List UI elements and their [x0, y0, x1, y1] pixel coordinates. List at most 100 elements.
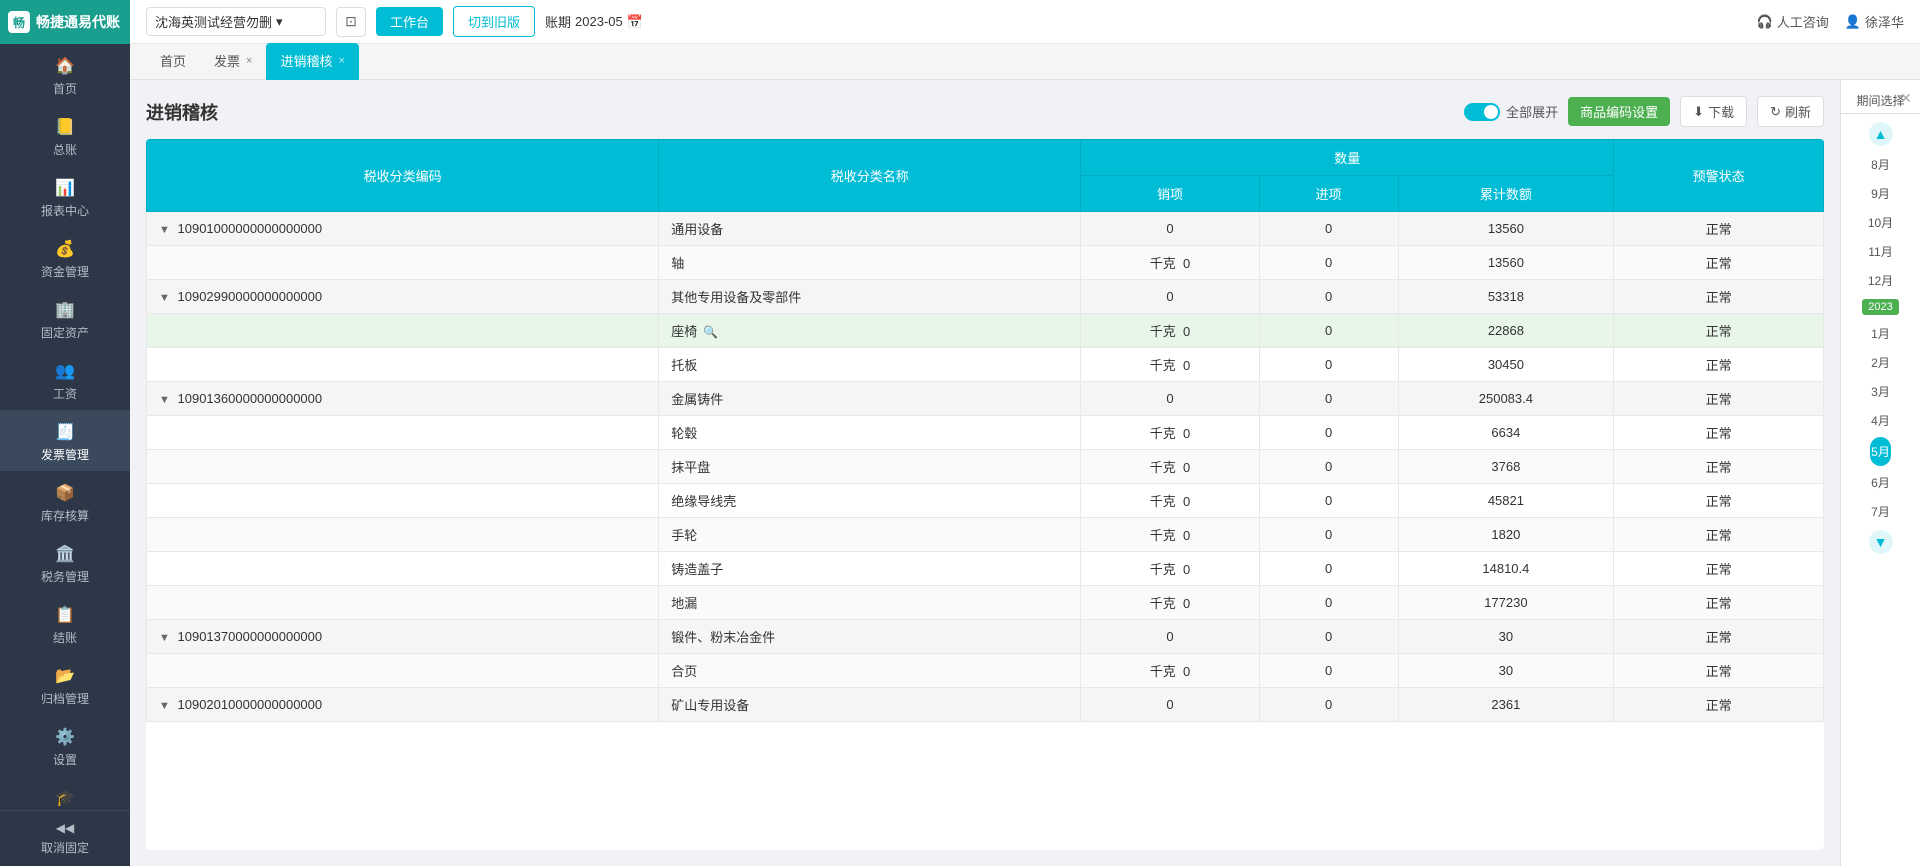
period-label: 账期 [545, 12, 571, 31]
sidebar-icon-8: 🏛️ [55, 544, 75, 564]
sidebar-item-4[interactable]: 🏢 固定资产 [0, 288, 130, 349]
period-month-item[interactable]: 7月 [1862, 497, 1898, 526]
period-month-item[interactable]: 4月 [1862, 406, 1898, 435]
sidebar-item-8[interactable]: 🏛️ 税务管理 [0, 532, 130, 593]
table-row: ▼ 10901360000000000000 金属铸件 0 0 250083.4… [147, 382, 1824, 416]
period-month-item[interactable]: 2月 [1862, 348, 1898, 377]
switch-version-btn[interactable]: 切到旧版 [453, 6, 535, 37]
table-row: 抹平盘 千克 0 0 3768 正常 [147, 450, 1824, 484]
user-profile[interactable]: 👤 徐泽华 [1845, 12, 1904, 31]
cell-sale: 0 [1081, 620, 1259, 654]
cell-purchase: 0 [1259, 654, 1398, 688]
period-month-item[interactable]: 8月 [1862, 150, 1898, 179]
collapse-icon[interactable]: ▼ [159, 700, 170, 712]
cell-code: ▼ 10901370000000000000 [147, 620, 659, 654]
refresh-icon: ↻ [1770, 104, 1781, 120]
cell-total: 53318 [1398, 280, 1614, 314]
sidebar-item-2[interactable]: 📊 报表中心 [0, 166, 130, 227]
cell-code [147, 484, 659, 518]
sidebar-item-11[interactable]: ⚙️ 设置 [0, 715, 130, 776]
period-month-item[interactable]: 6月 [1862, 468, 1898, 497]
cell-code [147, 246, 659, 280]
cell-sale: 千克 0 [1081, 450, 1259, 484]
period-nav-down[interactable]: ▼ [1869, 530, 1893, 554]
cell-code [147, 314, 659, 348]
cell-purchase: 0 [1259, 382, 1398, 416]
sidebar-icon-5: 👥 [55, 361, 75, 381]
collapse-icon[interactable]: ▼ [159, 292, 170, 304]
logo-icon: 畅 [8, 11, 30, 33]
sidebar-item-1[interactable]: 📒 总账 [0, 105, 130, 166]
period-nav-up[interactable]: ▲ [1869, 122, 1893, 146]
cell-purchase: 0 [1259, 484, 1398, 518]
tab-1[interactable]: 发票× [200, 43, 266, 80]
period-value: 2023-05 [575, 14, 623, 29]
calendar-icon[interactable]: 📅 [627, 14, 643, 30]
col-tax-code: 税收分类编码 [147, 140, 659, 212]
tab-2[interactable]: 进销稽核 × [266, 43, 358, 80]
sidebar-item-10[interactable]: 📂 归档管理 [0, 654, 130, 715]
period-year[interactable]: 2023 [1862, 299, 1898, 315]
page-content: 进销稽核 全部展开 商品编码设置 ⬇ 下载 ↻ 刷新 [130, 80, 1840, 866]
cell-code: ▼ 10902010000000000000 [147, 688, 659, 722]
period-month-item[interactable]: 11月 [1862, 237, 1898, 266]
download-btn[interactable]: ⬇ 下载 [1680, 96, 1747, 127]
main-table: 税收分类编码 税收分类名称 数量 预警状态 [146, 139, 1824, 722]
tab-close-2[interactable]: × [338, 55, 344, 67]
period-month-item[interactable]: 10月 [1862, 208, 1898, 237]
download-icon: ⬇ [1693, 104, 1704, 120]
sidebar-item-7[interactable]: 📦 库存核算 [0, 471, 130, 532]
refresh-btn[interactable]: ↻ 刷新 [1757, 96, 1824, 127]
cell-code [147, 586, 659, 620]
cell-name: 锻件、粉末冶金件 [659, 620, 1081, 654]
sidebar-item-12[interactable]: 🎓 新手引导 [0, 776, 130, 810]
sidebar-bottom[interactable]: ◀◀ 取消固定 [0, 810, 130, 866]
sidebar-item-5[interactable]: 👥 工资 [0, 349, 130, 410]
tab-close-1[interactable]: × [246, 55, 252, 67]
collapse-icon[interactable]: ▼ [159, 632, 170, 644]
workspace-btn[interactable]: 工作台 [376, 7, 443, 36]
period-month-item[interactable]: 9月 [1862, 179, 1898, 208]
save-icon-btn[interactable]: ⊡ [336, 7, 366, 37]
table-row: 手轮 千克 0 0 1820 正常 [147, 518, 1824, 552]
sidebar-icon-0: 🏠 [55, 56, 75, 76]
period-month-item[interactable]: 3月 [1862, 377, 1898, 406]
cell-sale: 0 [1081, 280, 1259, 314]
cell-total: 250083.4 [1398, 382, 1614, 416]
cell-code: ▼ 10901000000000000000 [147, 212, 659, 246]
period-month-item[interactable]: 12月 [1862, 266, 1898, 295]
sidebar-label-10: 归档管理 [41, 690, 89, 707]
search-icon[interactable]: 🔍 [703, 325, 718, 339]
period-display: 账期 2023-05 📅 [545, 12, 643, 31]
refresh-label: 刷新 [1785, 102, 1811, 121]
expand-toggle-switch[interactable] [1464, 103, 1500, 121]
collapse-icon[interactable]: ▼ [159, 224, 170, 236]
cell-total: 13560 [1398, 246, 1614, 280]
sidebar-item-0[interactable]: 🏠 首页 [0, 44, 130, 105]
product-code-btn[interactable]: 商品编码设置 [1568, 97, 1670, 126]
collapse-icon[interactable]: ▼ [159, 394, 170, 406]
expand-all-label: 全部展开 [1506, 102, 1558, 121]
cell-sale: 千克 0 [1081, 246, 1259, 280]
sidebar-label-9: 结账 [53, 629, 77, 646]
cell-name: 地漏 [659, 586, 1081, 620]
cell-sale: 千克 0 [1081, 586, 1259, 620]
table-row: 铸造盖子 千克 0 0 14810.4 正常 [147, 552, 1824, 586]
sidebar-item-6[interactable]: 🧾 发票管理 [0, 410, 130, 471]
panel-collapse-btn[interactable]: ✕ [1896, 88, 1916, 108]
table-row: 托板 千克 0 0 30450 正常 [147, 348, 1824, 382]
period-month-item[interactable]: 1月 [1862, 319, 1898, 348]
sidebar-icon-2: 📊 [55, 178, 75, 198]
tab-0[interactable]: 首页 [146, 43, 200, 80]
period-month-item[interactable]: 5月 [1870, 437, 1890, 466]
company-selector[interactable]: 沈海英测试经营勿删 ▾ [146, 7, 326, 36]
sidebar-label-11: 设置 [53, 751, 77, 768]
app-logo: 畅 畅捷通易代账 [0, 0, 130, 44]
logo-text: 畅捷通易代账 [36, 12, 120, 32]
expand-all-toggle[interactable]: 全部展开 [1464, 102, 1558, 121]
sidebar-item-3[interactable]: 💰 资金管理 [0, 227, 130, 288]
help-btn[interactable]: 🎧 人工咨询 [1757, 12, 1829, 31]
sidebar-item-9[interactable]: 📋 结账 [0, 593, 130, 654]
tab-label-2: 进销稽核 [280, 51, 332, 70]
sidebar-label-0: 首页 [53, 80, 77, 97]
